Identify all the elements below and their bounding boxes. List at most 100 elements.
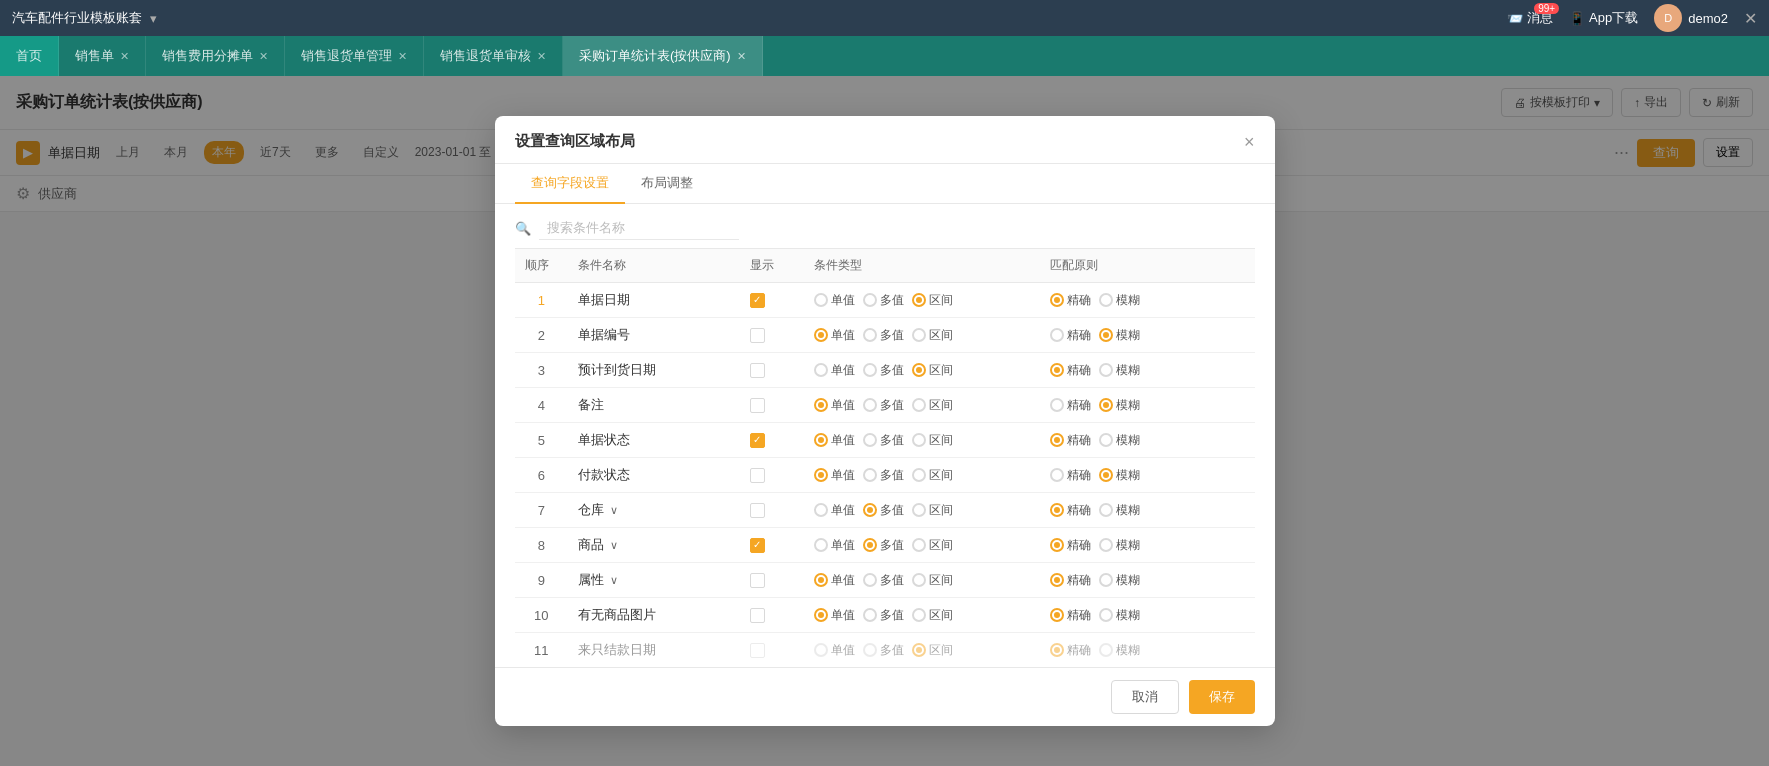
match-option-模糊[interactable]: 模糊: [1099, 327, 1140, 344]
condition-name: 单据状态: [578, 432, 630, 447]
tab-close-icon[interactable]: ✕: [398, 50, 407, 63]
type-option-多值[interactable]: 多值: [863, 607, 904, 624]
match-option-精确[interactable]: 精确: [1050, 432, 1091, 449]
type-option-区间[interactable]: 区间: [912, 537, 953, 554]
match-radio-group: 精确模糊: [1050, 397, 1245, 414]
match-option-精确[interactable]: 精确: [1050, 397, 1091, 414]
type-option-多值[interactable]: 多值: [863, 642, 904, 659]
tab-sales-expense[interactable]: 销售费用分摊单 ✕: [146, 36, 285, 76]
match-option-精确[interactable]: 精确: [1050, 502, 1091, 519]
expand-icon[interactable]: ∨: [610, 539, 618, 551]
tab-close-icon[interactable]: ✕: [259, 50, 268, 63]
type-option-区间[interactable]: 区间: [912, 467, 953, 484]
type-option-多值[interactable]: 多值: [863, 467, 904, 484]
tab-close-icon[interactable]: ✕: [537, 50, 546, 63]
type-option-单值[interactable]: 单值: [814, 642, 855, 659]
match-option-精确[interactable]: 精确: [1050, 327, 1091, 344]
display-checkbox[interactable]: [750, 398, 765, 413]
type-option-区间[interactable]: 区间: [912, 292, 953, 309]
dropdown-arrow[interactable]: ▾: [150, 11, 157, 26]
row-match: 精确模糊: [1040, 563, 1255, 598]
type-option-区间[interactable]: 区间: [912, 502, 953, 519]
expand-icon[interactable]: ∨: [610, 574, 618, 586]
tab-home[interactable]: 首页: [0, 36, 59, 76]
match-option-精确[interactable]: 精确: [1050, 607, 1091, 624]
type-option-单值[interactable]: 单值: [814, 467, 855, 484]
search-input[interactable]: [539, 216, 739, 240]
type-option-区间[interactable]: 区间: [912, 362, 953, 379]
type-radio-group: 单值多值区间: [814, 432, 1030, 449]
match-option-精确[interactable]: 精确: [1050, 537, 1091, 554]
display-checkbox[interactable]: [750, 468, 765, 483]
display-checkbox[interactable]: [750, 538, 765, 553]
modal-close-button[interactable]: ×: [1244, 133, 1255, 151]
display-checkbox[interactable]: [750, 328, 765, 343]
match-option-模糊[interactable]: 模糊: [1099, 467, 1140, 484]
notification-area[interactable]: 📨 消息 99+: [1507, 9, 1553, 27]
display-checkbox[interactable]: [750, 573, 765, 588]
modal-tab-query-fields[interactable]: 查询字段设置: [515, 164, 625, 204]
type-option-多值[interactable]: 多值: [863, 362, 904, 379]
user-area[interactable]: D demo2: [1654, 4, 1728, 32]
match-option-精确[interactable]: 精确: [1050, 642, 1091, 659]
type-option-单值[interactable]: 单值: [814, 537, 855, 554]
tab-close-icon[interactable]: ✕: [120, 50, 129, 63]
match-option-模糊[interactable]: 模糊: [1099, 432, 1140, 449]
match-option-模糊[interactable]: 模糊: [1099, 537, 1140, 554]
type-option-区间[interactable]: 区间: [912, 572, 953, 589]
type-option-区间[interactable]: 区间: [912, 397, 953, 414]
type-option-多值[interactable]: 多值: [863, 432, 904, 449]
display-checkbox[interactable]: [750, 503, 765, 518]
type-option-单值[interactable]: 单值: [814, 572, 855, 589]
type-option-区间[interactable]: 区间: [912, 327, 953, 344]
download-area[interactable]: 📱 App下载: [1569, 9, 1638, 27]
tab-sales-return[interactable]: 销售退货单管理 ✕: [285, 36, 424, 76]
radio-label: 单值: [831, 642, 855, 659]
type-option-多值[interactable]: 多值: [863, 537, 904, 554]
match-option-精确[interactable]: 精确: [1050, 572, 1091, 589]
tab-close-icon[interactable]: ✕: [737, 50, 746, 63]
radio-circle: [863, 433, 877, 447]
type-option-多值[interactable]: 多值: [863, 502, 904, 519]
cancel-button[interactable]: 取消: [1111, 680, 1179, 714]
type-option-区间[interactable]: 区间: [912, 432, 953, 449]
type-option-区间[interactable]: 区间: [912, 607, 953, 624]
radio-circle: [1050, 433, 1064, 447]
type-option-单值[interactable]: 单值: [814, 292, 855, 309]
display-checkbox[interactable]: [750, 363, 765, 378]
match-option-模糊[interactable]: 模糊: [1099, 292, 1140, 309]
expand-icon[interactable]: ∨: [610, 504, 618, 516]
tab-purchase-stats[interactable]: 采购订单统计表(按供应商) ✕: [563, 36, 763, 76]
display-checkbox[interactable]: [750, 293, 765, 308]
type-option-多值[interactable]: 多值: [863, 572, 904, 589]
type-option-区间[interactable]: 区间: [912, 642, 953, 659]
display-checkbox[interactable]: [750, 433, 765, 448]
row-match: 精确模糊: [1040, 528, 1255, 563]
type-option-多值[interactable]: 多值: [863, 292, 904, 309]
match-option-精确[interactable]: 精确: [1050, 467, 1091, 484]
save-button[interactable]: 保存: [1189, 680, 1255, 714]
type-option-单值[interactable]: 单值: [814, 502, 855, 519]
match-option-模糊[interactable]: 模糊: [1099, 502, 1140, 519]
top-close-icon[interactable]: ✕: [1744, 9, 1757, 28]
radio-circle: [863, 468, 877, 482]
type-option-多值[interactable]: 多值: [863, 327, 904, 344]
display-checkbox[interactable]: [750, 643, 765, 658]
match-option-精确[interactable]: 精确: [1050, 362, 1091, 379]
type-option-单值[interactable]: 单值: [814, 397, 855, 414]
type-option-单值[interactable]: 单值: [814, 362, 855, 379]
modal-tab-layout[interactable]: 布局调整: [625, 164, 709, 204]
display-checkbox[interactable]: [750, 608, 765, 623]
match-option-模糊[interactable]: 模糊: [1099, 607, 1140, 624]
match-option-模糊[interactable]: 模糊: [1099, 642, 1140, 659]
type-option-单值[interactable]: 单值: [814, 327, 855, 344]
type-option-单值[interactable]: 单值: [814, 607, 855, 624]
match-option-精确[interactable]: 精确: [1050, 292, 1091, 309]
tab-sales-order[interactable]: 销售单 ✕: [59, 36, 146, 76]
tab-sales-return-audit[interactable]: 销售退货单审核 ✕: [424, 36, 563, 76]
match-option-模糊[interactable]: 模糊: [1099, 362, 1140, 379]
match-option-模糊[interactable]: 模糊: [1099, 397, 1140, 414]
type-option-多值[interactable]: 多值: [863, 397, 904, 414]
type-option-单值[interactable]: 单值: [814, 432, 855, 449]
match-option-模糊[interactable]: 模糊: [1099, 572, 1140, 589]
